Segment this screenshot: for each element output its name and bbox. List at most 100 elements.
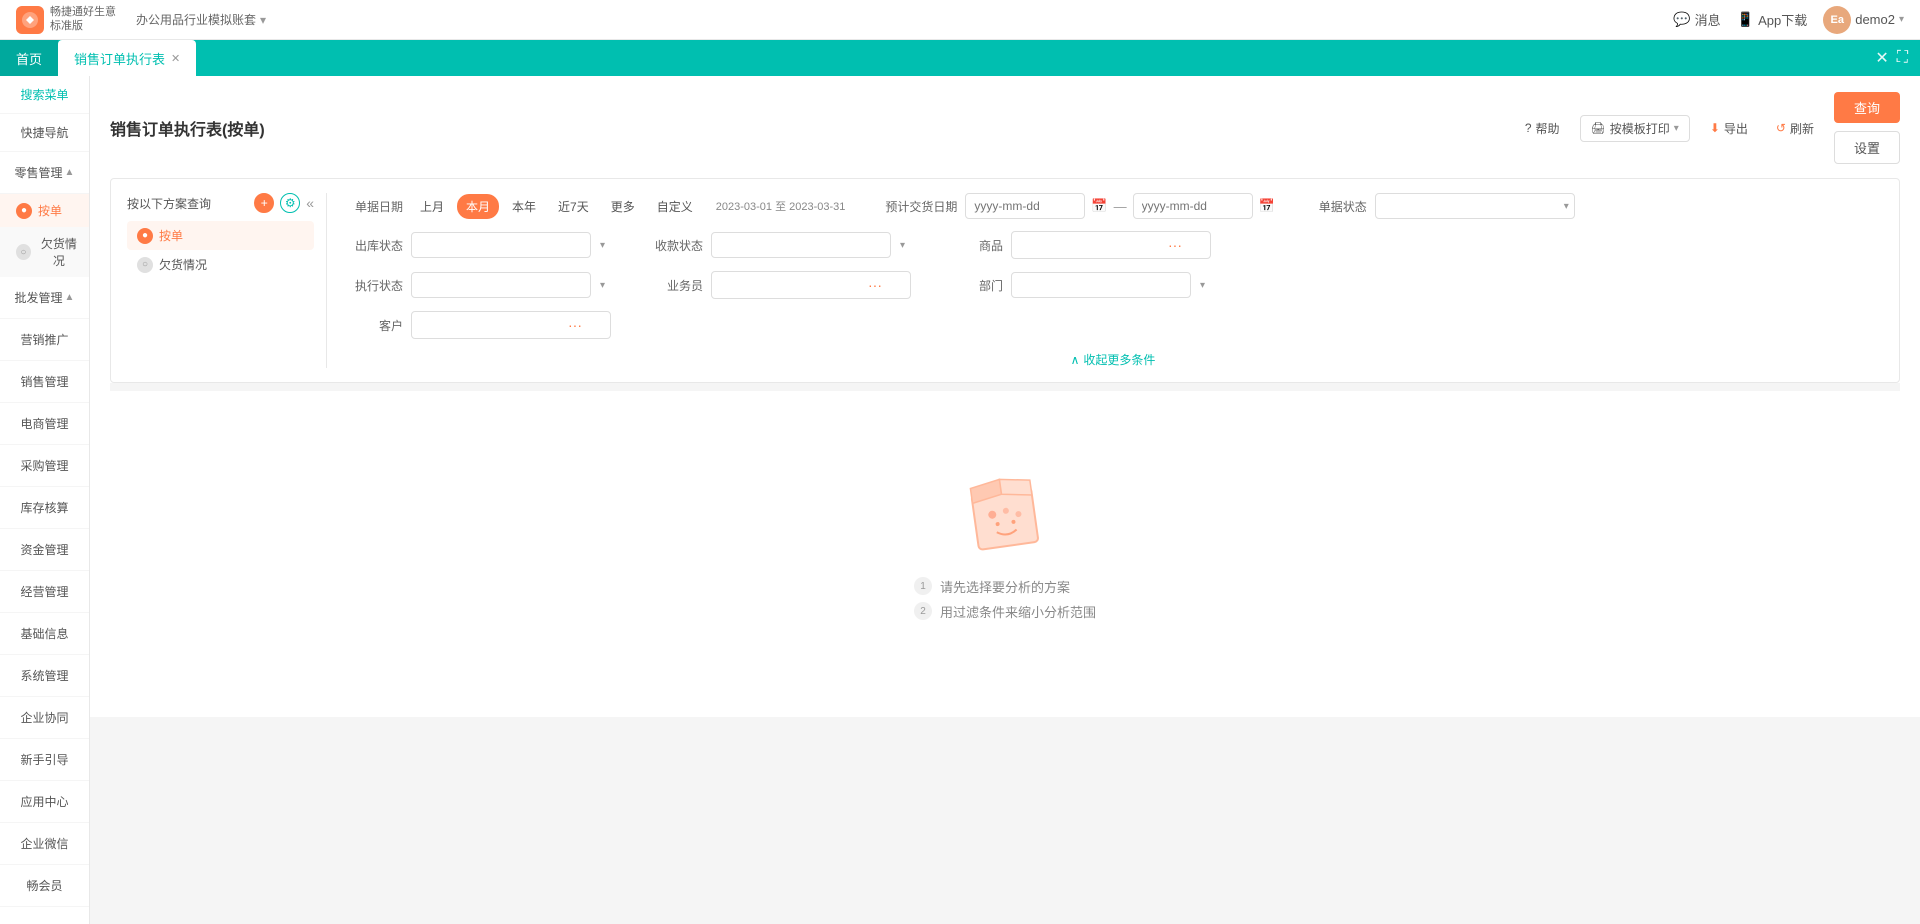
page-content: 销售订单执行表(按单) ? 帮助 🖨 按模板打印 ▾ ⬇ 导出 (90, 76, 1920, 717)
payment-chevron-icon: ▾ (900, 240, 905, 251)
filter-row-3: 执行状态 ▾ 业务员 (343, 271, 1883, 299)
filter-row-4: 客户 ··· (343, 311, 1883, 339)
sidebar-item-purchase[interactable]: 采购管理 (0, 445, 89, 487)
dept-wrap: ▾ (1011, 272, 1211, 298)
filter-field-dept: 部门 ▾ (943, 272, 1211, 298)
main-layout: 搜索菜单 快捷导航 零售管理 ▲ ● 按单 ○ 欠货情况 批发管理 ▲ 营销推广… (0, 76, 1920, 924)
preset-this-month[interactable]: 本月 (457, 194, 499, 219)
setup-button[interactable]: 设置 (1834, 131, 1900, 164)
debt-icon: ○ (16, 244, 31, 260)
top-header: 畅捷通好生意 标准版 办公用品行业模拟账套 ▾ 💬 消息 📱 App下载 Ea … (0, 0, 1920, 40)
sidebar-item-operations[interactable]: 经营管理 (0, 571, 89, 613)
export-icon: ⬇ (1710, 121, 1720, 135)
plan-nav-press-order[interactable]: ● 按单 (127, 221, 314, 250)
page-title-row: 销售订单执行表(按单) ? 帮助 🖨 按模板打印 ▾ ⬇ 导出 (110, 92, 1900, 164)
customer-ellipsis-icon[interactable]: ··· (564, 317, 586, 333)
salesperson-select[interactable]: ··· (711, 271, 911, 299)
sidebar-subitem-pressorder[interactable]: ● 按单 (0, 194, 89, 227)
sidebar-item-member[interactable]: 畅会员 (0, 865, 89, 907)
sidebar-item-inventory[interactable]: 库存核算 (0, 487, 89, 529)
sidebar-item-newuser[interactable]: 新手引导 (0, 739, 89, 781)
query-button[interactable]: 查询 (1834, 92, 1900, 123)
filter-field-date: 单据日期 上月 本月 本年 近7天 更多 自定义 2023-03-01 至 20… (343, 194, 845, 219)
tab-home[interactable]: 首页 (0, 40, 58, 76)
payment-status-select[interactable] (711, 232, 891, 258)
filter-field-product: 商品 ··· (943, 231, 1211, 259)
filter-field-order-status: 单据状态 ▾ (1307, 193, 1575, 219)
refresh-button[interactable]: ↺ 刷新 (1768, 116, 1822, 141)
tab-close-icon[interactable]: ✕ (171, 52, 180, 65)
edit-plan-button[interactable]: ⚙ (280, 193, 300, 213)
empty-lines: 1 请先选择要分析的方案 2 用过滤条件来缩小分析范围 (914, 577, 1096, 621)
preset-last7days[interactable]: 近7天 (549, 194, 598, 219)
filter-panel: 按以下方案查询 + ⚙ « ● 按单 ○ (110, 178, 1900, 383)
plan-nav-debt[interactable]: ○ 欠货情况 (127, 250, 314, 279)
sidebar-search[interactable]: 搜索菜单 (0, 76, 89, 114)
breadcrumb: 办公用品行业模拟账套 ▾ (136, 11, 266, 28)
sidebar-quicknav[interactable]: 快捷导航 (0, 114, 89, 152)
filter-field-salesperson: 业务员 ··· (643, 271, 911, 299)
avatar: Ea (1823, 6, 1851, 34)
debt-nav-icon: ○ (137, 257, 153, 273)
tab-expand-button[interactable]: ⛶ (1897, 49, 1908, 67)
calendar-end-icon[interactable]: 📅 (1259, 198, 1275, 214)
sidebar-item-enterprise[interactable]: 企业协同 (0, 697, 89, 739)
tab-bar-actions: ✕ ⛶ (1875, 48, 1920, 68)
exec-status-select[interactable] (411, 272, 591, 298)
shipment-status-select[interactable] (411, 232, 591, 258)
message-button[interactable]: 💬 消息 (1673, 10, 1720, 29)
empty-state: 1 请先选择要分析的方案 2 用过滤条件来缩小分析范围 (110, 391, 1900, 701)
sidebar-item-finance[interactable]: 资金管理 (0, 529, 89, 571)
sidebar-subitem-debt[interactable]: ○ 欠货情况 (0, 227, 89, 277)
export-button[interactable]: ⬇ 导出 (1702, 116, 1756, 141)
order-status-select[interactable] (1375, 193, 1575, 219)
calendar-start-icon[interactable]: 📅 (1091, 198, 1107, 214)
sidebar-item-sales[interactable]: 销售管理 (0, 361, 89, 403)
bullet-1: 1 (914, 577, 932, 595)
filter-row-1: 单据日期 上月 本月 本年 近7天 更多 自定义 2023-03-01 至 20… (343, 193, 1883, 219)
sidebar-item-system[interactable]: 系统管理 (0, 655, 89, 697)
collapse-left-button[interactable]: « (306, 195, 314, 211)
salesperson-ellipsis-icon[interactable]: ··· (864, 277, 886, 293)
user-dropdown-icon: ▾ (1899, 14, 1904, 25)
shipment-chevron-icon: ▾ (600, 240, 605, 251)
tab-sales-order-exec[interactable]: 销售订单执行表 ✕ (58, 40, 196, 76)
add-plan-button[interactable]: + (254, 193, 274, 213)
filter-field-customer: 客户 ··· (343, 311, 611, 339)
shipment-status-wrap: ▾ (411, 232, 611, 258)
user-menu[interactable]: Ea demo2 ▾ (1823, 6, 1904, 34)
sidebar-item-appstore[interactable]: 应用中心 (0, 781, 89, 823)
sidebar-item-weixin[interactable]: 企业微信 (0, 823, 89, 865)
retail-arrow-icon: ▲ (65, 167, 75, 178)
breadcrumb-arrow-icon[interactable]: ▾ (260, 13, 266, 27)
product-ellipsis-icon[interactable]: ··· (1164, 237, 1186, 253)
filter-field-exec-status: 执行状态 ▾ (343, 272, 611, 298)
help-icon: ? (1525, 121, 1532, 135)
sidebar: 搜索菜单 快捷导航 零售管理 ▲ ● 按单 ○ 欠货情况 批发管理 ▲ 营销推广… (0, 76, 90, 924)
dept-select[interactable] (1011, 272, 1191, 298)
filter-left-panel: 按以下方案查询 + ⚙ « ● 按单 ○ (127, 193, 327, 368)
collapse-button[interactable]: ∧ 收起更多条件 (1071, 351, 1156, 368)
sidebar-item-retail[interactable]: 零售管理 ▲ (0, 152, 89, 194)
date-preset-tabs: 上月 本月 本年 近7天 更多 自定义 (411, 194, 702, 219)
preset-custom[interactable]: 自定义 (648, 194, 702, 219)
dept-chevron-icon: ▾ (1200, 280, 1205, 291)
customer-select[interactable]: ··· (411, 311, 611, 339)
predicted-delivery-end[interactable] (1133, 193, 1253, 219)
collapse-row: ∧ 收起更多条件 (343, 351, 1883, 368)
sidebar-item-basic[interactable]: 基础信息 (0, 613, 89, 655)
filter-layout: 按以下方案查询 + ⚙ « ● 按单 ○ (127, 193, 1883, 368)
app-download-icon: 📱 (1737, 11, 1754, 28)
app-download-button[interactable]: 📱 App下载 (1737, 10, 1808, 29)
sidebar-item-wholesale[interactable]: 批发管理 ▲ (0, 277, 89, 319)
preset-this-year[interactable]: 本年 (503, 194, 545, 219)
preset-last-month[interactable]: 上月 (411, 194, 453, 219)
product-select[interactable]: ··· (1011, 231, 1211, 259)
predicted-delivery-start[interactable] (965, 193, 1085, 219)
help-button[interactable]: ? 帮助 (1517, 116, 1568, 141)
sidebar-item-marketing[interactable]: 营销推广 (0, 319, 89, 361)
preset-more[interactable]: 更多 (602, 194, 644, 219)
tab-close-window-button[interactable]: ✕ (1875, 48, 1888, 68)
print-button[interactable]: 🖨 按模板打印 ▾ (1580, 115, 1690, 142)
sidebar-item-ecommerce[interactable]: 电商管理 (0, 403, 89, 445)
